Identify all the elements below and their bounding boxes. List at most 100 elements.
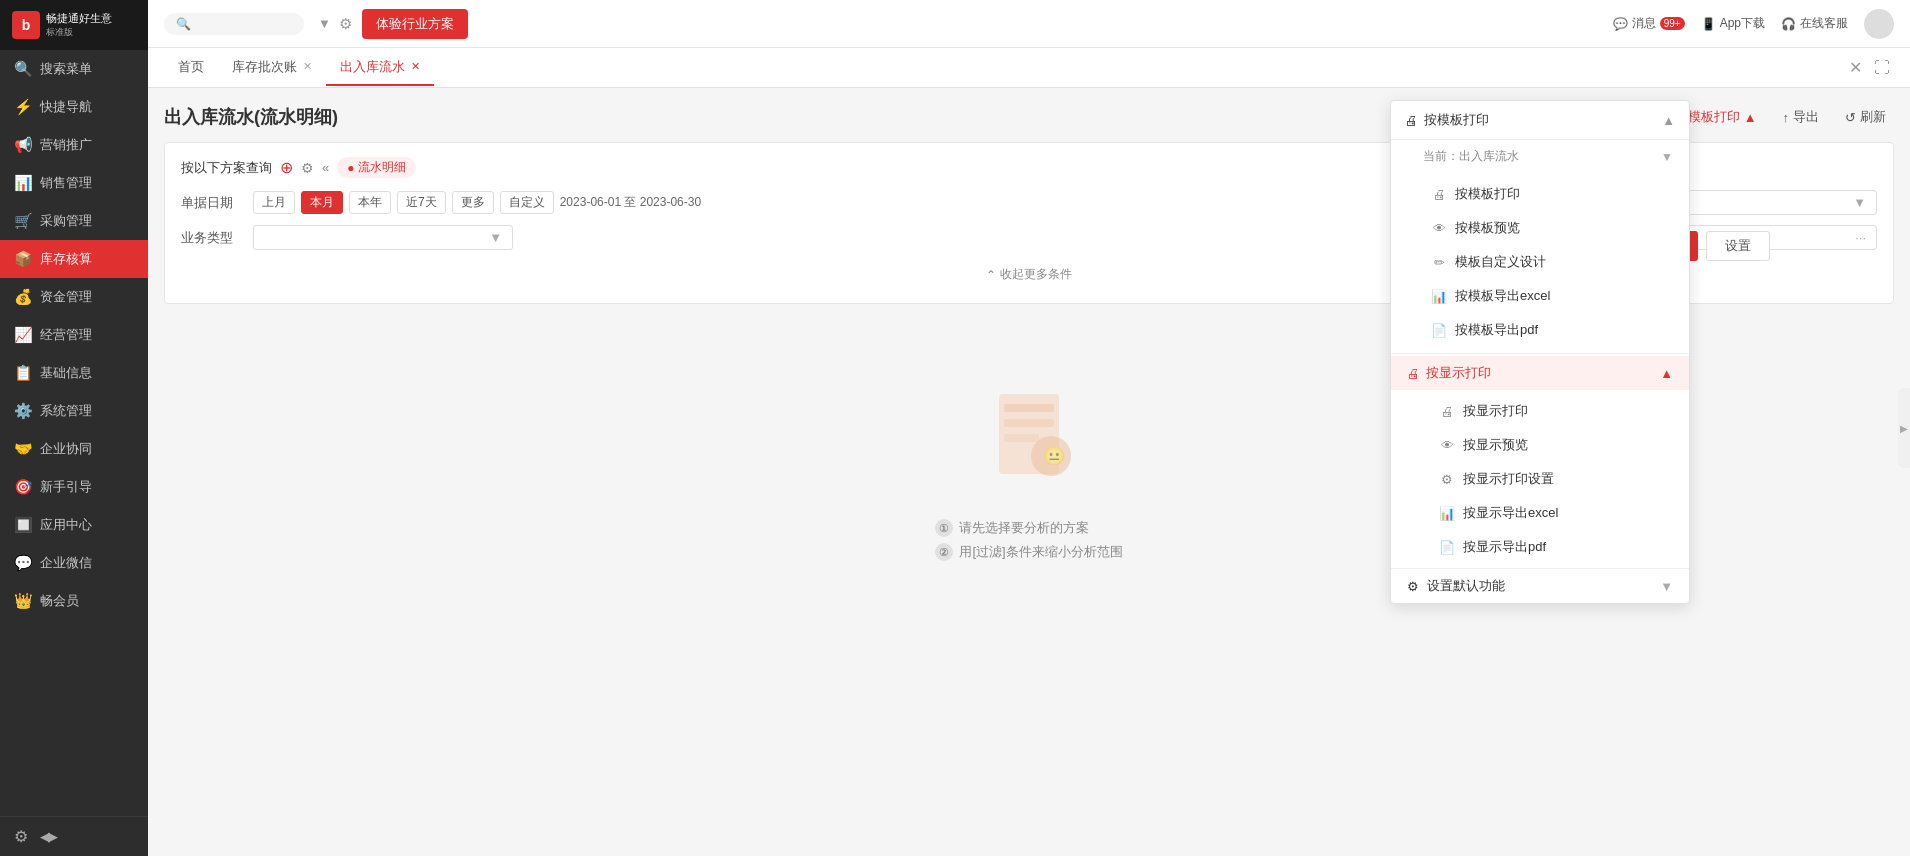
app-download-label: App下载 <box>1720 15 1765 32</box>
filter-gear-button[interactable]: ⚙ <box>301 160 314 176</box>
app-download-item[interactable]: 📱 App下载 <box>1701 15 1765 32</box>
date-last-month-btn[interactable]: 上月 <box>253 191 295 214</box>
sidebar-item-sales[interactable]: 📊 销售管理 <box>0 164 148 202</box>
date-this-year-btn[interactable]: 本年 <box>349 191 391 214</box>
date-7days-btn[interactable]: 近7天 <box>397 191 446 214</box>
sidebar-item-operation[interactable]: 📈 经营管理 <box>0 316 148 354</box>
date-this-month-btn[interactable]: 本月 <box>301 191 343 214</box>
tab-batch-account-close[interactable]: ✕ <box>303 60 312 73</box>
chevron-down-icon: ▼ <box>1853 195 1866 210</box>
template-export-pdf-item[interactable]: 📄 按模板导出pdf <box>1391 313 1689 347</box>
filter-tag-dot: ● <box>347 161 354 175</box>
sidebar-item-finance[interactable]: 💰 资金管理 <box>0 278 148 316</box>
date-custom-btn[interactable]: 自定义 <box>500 191 554 214</box>
sidebar-item-beginner[interactable]: 🎯 新手引导 <box>0 468 148 506</box>
tabs-bar: 首页 库存批次账 ✕ 出入库流水 ✕ ✕ ⛶ <box>148 48 1910 88</box>
message-badge: 99+ <box>1660 17 1685 30</box>
close-all-tabs-button[interactable]: ✕ <box>1845 54 1866 81</box>
display-pdf-icon: 📄 <box>1439 540 1455 555</box>
weibo-icon: 💬 <box>14 554 32 572</box>
app-name: 畅捷通好生意 <box>46 11 112 25</box>
sidebar-item-label: 搜索菜单 <box>40 60 92 78</box>
template-print-label: 按模板打印 <box>1455 185 1520 203</box>
sidebar-item-label: 畅会员 <box>40 592 79 610</box>
tab-flow-close[interactable]: ✕ <box>411 60 420 73</box>
sidebar-settings-icon[interactable]: ⚙ <box>14 827 28 846</box>
display-section-label: 按显示打印 <box>1426 364 1491 382</box>
template-preview-label: 按模板预览 <box>1455 219 1520 237</box>
tab-flow[interactable]: 出入库流水 ✕ <box>326 50 434 86</box>
sidebar-item-search[interactable]: 🔍 搜索菜单 <box>0 50 148 88</box>
system-icon: ⚙️ <box>14 402 32 420</box>
sidebar-item-inventory[interactable]: 📦 库存核算 <box>0 240 148 278</box>
headphone-icon: 🎧 <box>1781 17 1796 31</box>
sidebar-item-basic-info[interactable]: 📋 基础信息 <box>0 354 148 392</box>
display-print-label: 按显示打印 <box>1463 402 1528 420</box>
step-1-number: ① <box>935 519 953 537</box>
sidebar-item-app-center[interactable]: 🔲 应用中心 <box>0 506 148 544</box>
vip-icon: 👑 <box>14 592 32 610</box>
step-1-text: 请先选择要分析的方案 <box>959 519 1089 537</box>
chevron-down-icon[interactable]: ▼ <box>1661 150 1673 164</box>
svg-rect-1 <box>1004 404 1054 412</box>
message-badge-item[interactable]: 💬 消息 99+ <box>1613 15 1685 32</box>
basic-info-icon: 📋 <box>14 364 32 382</box>
page-title: 出入库流水(流水明细) <box>164 105 338 129</box>
chevron-down-footer-icon: ▼ <box>1660 579 1673 594</box>
template-export-excel-item[interactable]: 📊 按模板导出excel <box>1391 279 1689 313</box>
display-export-pdf-item[interactable]: 📄 按显示导出pdf <box>1391 530 1689 564</box>
template-export-excel-label: 按模板导出excel <box>1455 287 1550 305</box>
sidebar-bottom: ⚙ ◀▶ <box>0 816 148 856</box>
template-export-pdf-label: 按模板导出pdf <box>1455 321 1538 339</box>
template-preview-item[interactable]: 👁 按模板预览 <box>1391 211 1689 245</box>
sidebar-item-vip[interactable]: 👑 畅会员 <box>0 582 148 620</box>
sidebar-item-weibo[interactable]: 💬 企业微信 <box>0 544 148 582</box>
set-default-function-item[interactable]: ⚙ 设置默认功能 ▼ <box>1391 568 1689 603</box>
preview-icon-sm: 👁 <box>1431 221 1447 236</box>
filter-add-button[interactable]: ⊕ <box>280 158 293 177</box>
export-button[interactable]: ↑ 导出 <box>1775 104 1828 130</box>
dropdown-collapse-icon[interactable]: ▲ <box>1662 113 1675 128</box>
filter-collapse-left[interactable]: « <box>322 160 329 175</box>
tab-batch-account[interactable]: 库存批次账 ✕ <box>218 50 326 86</box>
display-collapse-icon[interactable]: ▲ <box>1660 366 1673 381</box>
print-header-icon: 🖨 <box>1405 113 1418 128</box>
display-section-header[interactable]: 🖨 按显示打印 ▲ <box>1391 356 1689 390</box>
sidebar-item-purchase[interactable]: 🛒 采购管理 <box>0 202 148 240</box>
display-section-icon: 🖨 <box>1407 366 1420 381</box>
industry-solution-button[interactable]: 体验行业方案 <box>362 9 468 39</box>
chevron-down-icon[interactable]: ▼ <box>318 16 331 31</box>
marketing-icon: 📢 <box>14 136 32 154</box>
template-customize-item[interactable]: ✏ 模板自定义设计 <box>1391 245 1689 279</box>
inventory-icon: 📦 <box>14 250 32 268</box>
maximize-icon[interactable]: ⛶ <box>1870 55 1894 81</box>
sidebar-item-marketing[interactable]: 📢 营销推广 <box>0 126 148 164</box>
sidebar-item-label: 营销推广 <box>40 136 92 154</box>
settings-gear-icon[interactable]: ⚙ <box>339 15 352 33</box>
filter-business-type-select[interactable]: ▼ <box>253 225 513 250</box>
sidebar-item-quick-nav[interactable]: ⚡ 快捷导航 <box>0 88 148 126</box>
display-export-excel-item[interactable]: 📊 按显示导出excel <box>1391 496 1689 530</box>
topbar: 🔍 ▼ ⚙ 体验行业方案 💬 消息 99+ 📱 App下载 🎧 在线客服 <box>148 0 1910 48</box>
online-service-item[interactable]: 🎧 在线客服 <box>1781 15 1848 32</box>
date-more-btn[interactable]: 更多 <box>452 191 494 214</box>
topbar-search-box[interactable]: 🔍 <box>164 13 304 35</box>
chevron-up-icon: ▲ <box>1744 110 1757 125</box>
user-avatar[interactable] <box>1864 9 1894 39</box>
right-edge-bar[interactable]: ▶ <box>1898 388 1910 468</box>
display-print-item[interactable]: 🖨 按显示打印 <box>1391 394 1689 428</box>
operation-icon: 📈 <box>14 326 32 344</box>
gear-default-icon: ⚙ <box>1407 579 1419 594</box>
display-preview-item[interactable]: 👁 按显示预览 <box>1391 428 1689 462</box>
sidebar-item-cooperation[interactable]: 🤝 企业协同 <box>0 430 148 468</box>
svg-text:😐: 😐 <box>1043 445 1066 467</box>
online-service-label: 在线客服 <box>1800 15 1848 32</box>
tab-home[interactable]: 首页 <box>164 50 218 86</box>
template-print-item[interactable]: 🖨 按模板打印 <box>1391 177 1689 211</box>
topbar-right: 💬 消息 99+ 📱 App下载 🎧 在线客服 <box>1613 9 1894 39</box>
sidebar-collapse-icon[interactable]: ◀▶ <box>40 829 56 844</box>
display-print-settings-item[interactable]: ⚙ 按显示打印设置 <box>1391 462 1689 496</box>
sidebar-item-system[interactable]: ⚙️ 系统管理 <box>0 392 148 430</box>
refresh-button[interactable]: ↺ 刷新 <box>1837 104 1894 130</box>
set-button[interactable]: 设置 <box>1706 231 1770 261</box>
